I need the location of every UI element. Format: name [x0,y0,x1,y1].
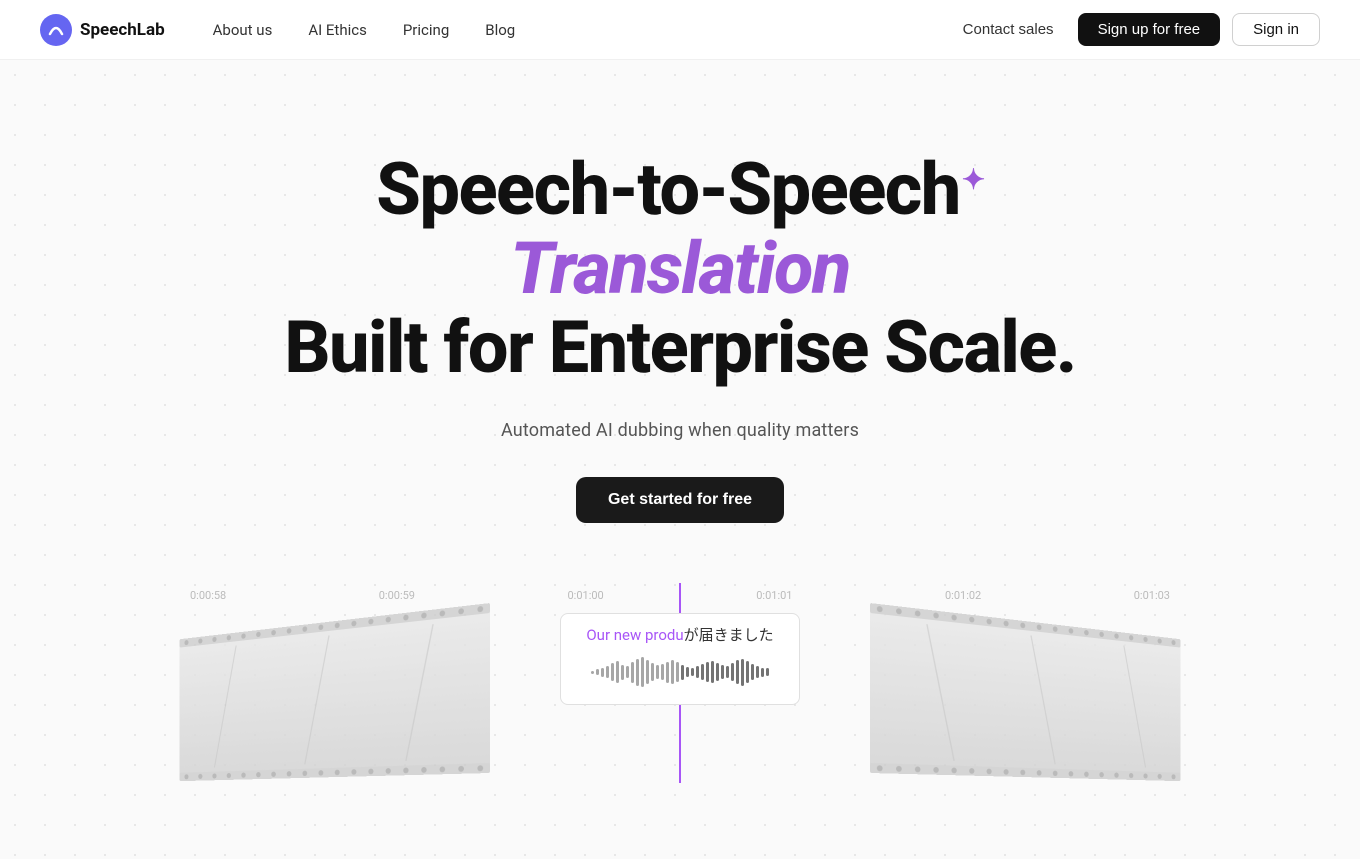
time-marker-0: 0:00:58 [190,589,226,602]
waveform-bar [761,668,764,677]
waveform-bar [666,662,669,683]
waveform-bar [736,660,739,684]
signup-button[interactable]: Sign up for free [1078,13,1221,46]
waveform-bar [751,664,754,681]
waveform-bar [661,664,664,681]
waveform-bar [596,669,599,675]
waveform-bar [641,657,644,687]
waveform-bar [746,661,749,684]
waveform-bar [731,663,734,681]
timeline-wrap: 0:00:58 0:00:59 0:01:00 0:01:01 0:01:02 … [130,583,1230,783]
waveform-bar [681,665,684,680]
waveform-bar [621,665,624,680]
nav-link-pricing[interactable]: Pricing [387,15,465,45]
waveform-bar [686,667,689,678]
waveform-bar [601,668,604,677]
nav-link-blog[interactable]: Blog [469,15,531,45]
waveform-bar [756,666,759,678]
timeline-container: 0:00:58 0:00:59 0:01:00 0:01:01 0:01:02 … [130,583,1230,783]
waveform-bar [691,668,694,676]
hero-subtitle: Automated AI dubbing when quality matter… [501,420,859,441]
hero-content: Speech-to-Speech✦ Translation Built for … [230,150,1130,523]
subtitle-black-text: が届きました [684,626,774,644]
waveform-bar [766,668,769,676]
waveform-bar [701,664,704,681]
waveform-bar [656,665,659,679]
waveform-bar [631,662,634,683]
sparkle-icon: ✦ [962,166,984,194]
time-marker-5: 0:01:03 [1134,589,1170,602]
waveform-bar [636,659,639,686]
logo-icon [40,14,72,46]
waveform-bar [741,659,744,686]
waveform-bar [646,660,649,684]
waveform-bar [706,662,709,682]
subtitle-text: Our new produが届きました [579,624,781,645]
waveform-bar [716,663,719,681]
waveform-bar [591,671,594,674]
logo[interactable]: SpeechLab [40,14,165,46]
waveform-bar [721,665,724,679]
hero-title-text1: Speech-to-Speech [376,147,959,232]
waveform-bar [606,666,609,678]
signin-button[interactable]: Sign in [1232,13,1320,46]
waveform-bar [651,663,654,681]
waveform-bar [616,661,619,684]
hero-title: Speech-to-Speech✦ Translation Built for … [284,150,1075,388]
waveform-bar [626,666,629,678]
nav-links: About us AI Ethics Pricing Blog [197,15,532,45]
nav-left: SpeechLab About us AI Ethics Pricing Blo… [40,14,531,46]
contact-sales-button[interactable]: Contact sales [951,15,1066,44]
time-marker-1: 0:00:59 [379,589,415,602]
time-marker-2: 0:01:00 [568,589,604,602]
waveform-bar [726,666,729,678]
logo-text: SpeechLab [80,20,165,40]
tape-right [870,603,1180,781]
hero-title-translation: Translation [510,226,849,311]
cta-button[interactable]: Get started for free [576,477,784,523]
nav-link-about-us[interactable]: About us [197,15,289,45]
waveform-bars [579,655,781,690]
subtitle-box: Our new produが届きました [560,613,800,705]
waveform-bar [611,663,614,681]
tape-left [180,603,490,781]
nav-right: Contact sales Sign up for free Sign in [951,13,1320,46]
waveform-bar [671,660,674,684]
time-marker-4: 0:01:02 [945,589,981,602]
time-marker-3: 0:01:01 [756,589,792,602]
subtitle-purple-text: Our new produ [586,626,683,644]
navbar: SpeechLab About us AI Ethics Pricing Blo… [0,0,1360,60]
hero-title-line1: Speech-to-Speech✦ [284,150,1075,229]
hero-title-line3: Built for Enterprise Scale. [284,305,1075,390]
waveform-bar [711,661,714,684]
waveform-bar [676,662,679,682]
waveform-bar [696,666,699,678]
nav-link-ai-ethics[interactable]: AI Ethics [292,15,383,45]
hero-section: Speech-to-Speech✦ Translation Built for … [0,60,1360,859]
